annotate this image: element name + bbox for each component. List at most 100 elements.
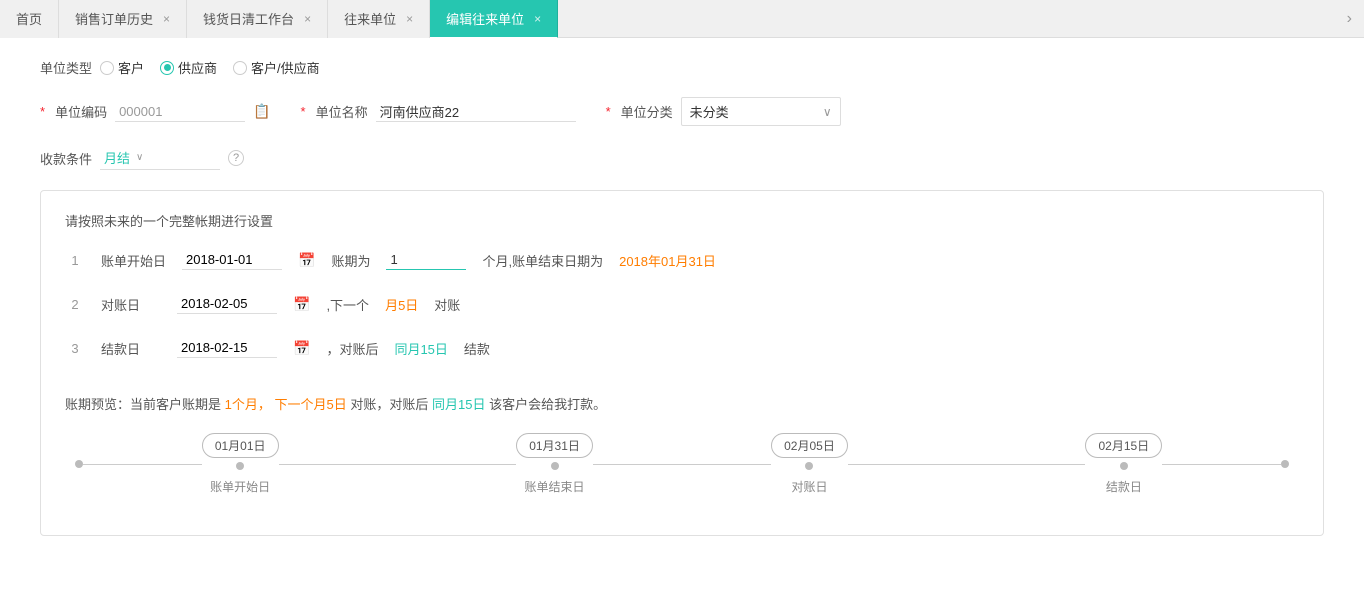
row-1-num: 1 bbox=[65, 253, 85, 268]
timeline-node-2-label: 账单结束日 bbox=[525, 478, 585, 495]
timeline-node-3-dot bbox=[805, 462, 813, 470]
tab-home-label: 首页 bbox=[16, 9, 42, 28]
radio-both-circle bbox=[233, 61, 247, 75]
unit-code-label: 单位编码 bbox=[55, 102, 107, 121]
unit-category-dropdown[interactable]: 未分类 ∨ bbox=[681, 97, 841, 126]
row-1-period-label: 账期为 bbox=[331, 251, 370, 270]
radio-customer-circle bbox=[100, 61, 114, 75]
main-content: 单位类型 客户 供应商 客户/供应商 * 单位编码 bbox=[0, 38, 1364, 608]
category-dropdown-arrow-icon: ∨ bbox=[823, 105, 832, 119]
preview-label: 账期预览：当前客户账期是 bbox=[65, 397, 221, 412]
unit-category-label: 单位分类 bbox=[621, 102, 673, 121]
timeline-node-1-dot bbox=[236, 462, 244, 470]
reconcile-date-input[interactable] bbox=[177, 294, 277, 314]
setting-row-2: 2 对账日 📅 ,下一个 月5日 对账 bbox=[65, 294, 1299, 314]
payment-row: 收款条件 月结 ∨ ? bbox=[40, 146, 1324, 170]
start-date-input[interactable] bbox=[182, 250, 282, 270]
timeline-node-4-dot bbox=[1120, 462, 1128, 470]
unit-code-input[interactable] bbox=[115, 102, 245, 122]
radio-customer[interactable]: 客户 bbox=[100, 58, 144, 77]
row-1-label: 账单开始日 bbox=[101, 251, 166, 270]
close-sales-history-icon[interactable]: × bbox=[163, 13, 170, 25]
unit-category-value: 未分类 bbox=[690, 102, 729, 121]
row-2-num: 2 bbox=[65, 297, 85, 312]
radio-both-label: 客户/供应商 bbox=[251, 58, 320, 77]
timeline-node-2-dot bbox=[551, 462, 559, 470]
payment-help-icon[interactable]: ? bbox=[228, 150, 244, 166]
tab-partner[interactable]: 往来单位 × bbox=[328, 0, 430, 38]
preview-part2: 下一个月5日 bbox=[275, 397, 347, 412]
timeline-end-dot bbox=[1281, 460, 1289, 468]
timeline: 01月01日 账单开始日 01月31日 账单结束日 02月05日 对账日 bbox=[65, 433, 1299, 495]
timeline-start-dot bbox=[75, 460, 83, 468]
tab-expand-icon[interactable]: › bbox=[1335, 10, 1364, 28]
billing-end-date: 2018年01月31日 bbox=[619, 251, 716, 270]
row-1-suffix: 个月,账单结束日期为 bbox=[482, 251, 603, 270]
unit-category-required: * bbox=[606, 104, 611, 119]
radio-group: 客户 供应商 客户/供应商 bbox=[100, 58, 320, 77]
preview-part5: 该客户会给我打款。 bbox=[489, 397, 606, 412]
radio-both[interactable]: 客户/供应商 bbox=[233, 58, 320, 77]
timeline-segment-0 bbox=[83, 464, 202, 465]
radio-supplier[interactable]: 供应商 bbox=[160, 58, 217, 77]
unit-code-calendar-icon[interactable]: 📋 bbox=[253, 103, 270, 120]
preview-part1: 1个月， bbox=[225, 397, 271, 412]
unit-name-required: * bbox=[301, 104, 306, 119]
timeline-node-4-label: 结款日 bbox=[1106, 478, 1142, 495]
close-cash-work-icon[interactable]: × bbox=[304, 13, 311, 25]
tab-edit-partner-label: 编辑往来单位 bbox=[446, 9, 524, 28]
unit-name-group: * 单位名称 bbox=[301, 102, 576, 122]
payment-date-input[interactable] bbox=[177, 338, 277, 358]
tab-cash-work[interactable]: 钱货日清工作台 × bbox=[187, 0, 328, 38]
unit-name-input[interactable] bbox=[376, 102, 576, 122]
payment-date-calendar-icon[interactable]: 📅 bbox=[293, 340, 310, 357]
preview-part3: 对账，对账后 bbox=[350, 397, 428, 412]
row-3-prefix: ，对账后 bbox=[326, 339, 378, 358]
tab-home[interactable]: 首页 bbox=[0, 0, 59, 38]
row-3-suffix: 结款 bbox=[464, 339, 490, 358]
row-2-label: 对账日 bbox=[101, 295, 161, 314]
timeline-node-1-label: 账单开始日 bbox=[210, 478, 270, 495]
row-2-prefix: ,下一个 bbox=[326, 295, 369, 314]
payment-highlight: 同月15日 bbox=[394, 339, 447, 358]
timeline-node-4-badge: 02月15日 bbox=[1085, 433, 1162, 458]
payment-value: 月结 bbox=[104, 148, 130, 167]
preview-part4: 同月15日 bbox=[432, 397, 485, 412]
unit-type-label: 单位类型 bbox=[40, 58, 92, 77]
close-partner-icon[interactable]: × bbox=[406, 13, 413, 25]
tab-edit-partner[interactable]: 编辑往来单位 × bbox=[430, 0, 558, 38]
payment-dropdown[interactable]: 月结 ∨ bbox=[100, 146, 220, 170]
reconcile-highlight: 月5日 bbox=[385, 295, 418, 314]
radio-supplier-circle bbox=[160, 61, 174, 75]
timeline-segment-4 bbox=[1162, 464, 1281, 465]
unit-type-row: 单位类型 客户 供应商 客户/供应商 bbox=[40, 58, 1324, 77]
payment-label: 收款条件 bbox=[40, 149, 92, 168]
row-2-suffix: 对账 bbox=[434, 295, 460, 314]
timeline-segment-2 bbox=[593, 464, 771, 465]
timeline-segment-3 bbox=[848, 464, 1086, 465]
unit-code-required: * bbox=[40, 104, 45, 119]
settings-title: 请按照未来的一个完整帐期进行设置 bbox=[65, 211, 1299, 230]
radio-supplier-label: 供应商 bbox=[178, 58, 217, 77]
unit-type-group: 单位类型 客户 供应商 客户/供应商 bbox=[40, 58, 320, 77]
tab-sales-history-label: 销售订单历史 bbox=[75, 9, 153, 28]
unit-info-row: * 单位编码 📋 * 单位名称 * 单位分类 未分类 ∨ bbox=[40, 97, 1324, 126]
tab-partner-label: 往来单位 bbox=[344, 9, 396, 28]
radio-customer-label: 客户 bbox=[118, 58, 144, 77]
close-edit-partner-icon[interactable]: × bbox=[534, 13, 541, 25]
timeline-node-3-badge: 02月05日 bbox=[771, 433, 848, 458]
preview-section: 账期预览：当前客户账期是 1个月， 下一个月5日 对账，对账后 同月15日 该客… bbox=[65, 382, 1299, 515]
timeline-node-1-badge: 01月01日 bbox=[202, 433, 279, 458]
timeline-segment-1 bbox=[279, 464, 517, 465]
timeline-node-1: 01月01日 账单开始日 bbox=[202, 433, 279, 495]
setting-row-3: 3 结款日 📅 ，对账后 同月15日 结款 bbox=[65, 338, 1299, 358]
reconcile-date-calendar-icon[interactable]: 📅 bbox=[293, 296, 310, 313]
unit-category-group: * 单位分类 未分类 ∨ bbox=[606, 97, 841, 126]
start-date-calendar-icon[interactable]: 📅 bbox=[298, 252, 315, 269]
setting-row-1: 1 账单开始日 📅 账期为 个月,账单结束日期为 2018年01月31日 bbox=[65, 250, 1299, 270]
tab-sales-history[interactable]: 销售订单历史 × bbox=[59, 0, 187, 38]
timeline-node-3-label: 对账日 bbox=[791, 478, 827, 495]
period-input[interactable] bbox=[386, 250, 466, 270]
tab-cash-work-label: 钱货日清工作台 bbox=[203, 9, 294, 28]
row-3-label: 结款日 bbox=[101, 339, 161, 358]
